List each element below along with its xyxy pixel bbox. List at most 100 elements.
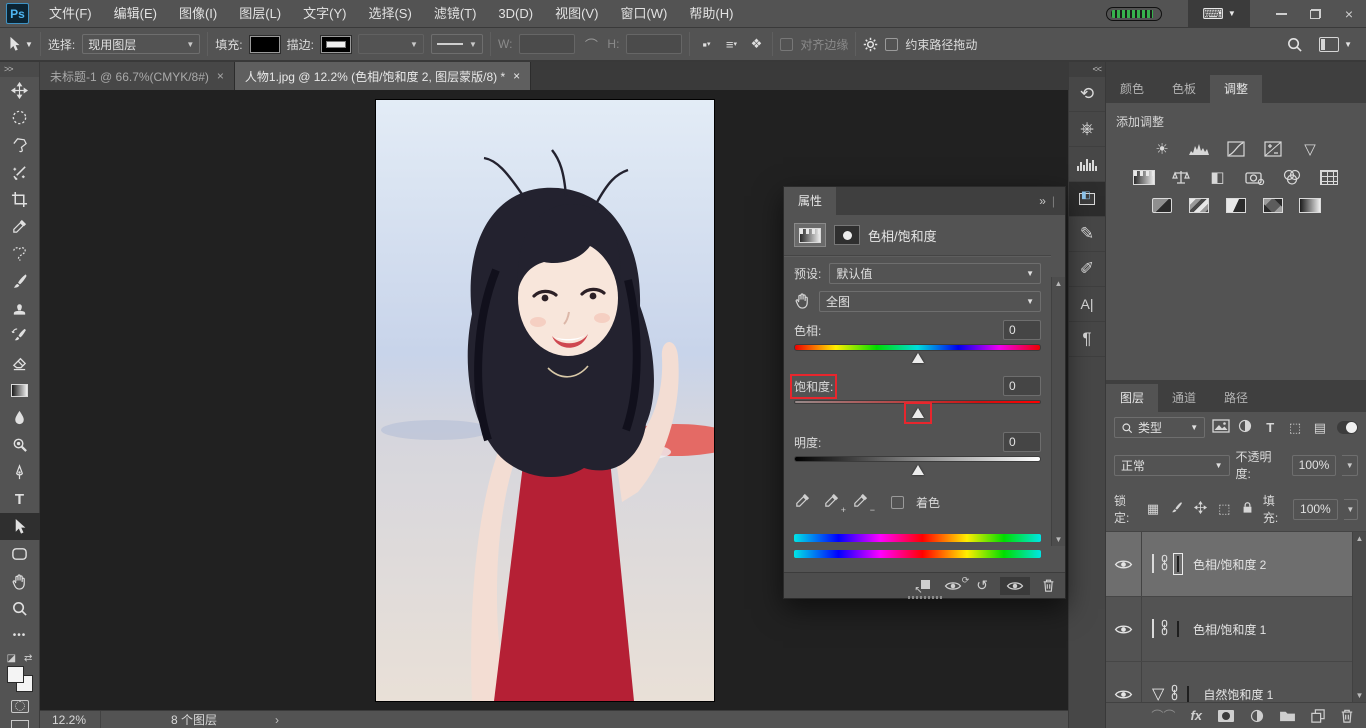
new-adjustment-layer-button[interactable] [1250, 709, 1264, 723]
mask-link-icon[interactable] [1160, 619, 1169, 639]
menu-3d[interactable]: 3D(D) [488, 0, 543, 28]
mask-link-icon[interactable] [1170, 684, 1179, 702]
gear-icon[interactable] [863, 37, 878, 52]
layer-name[interactable]: 色相/饱和度 1 [1193, 621, 1266, 638]
lock-position-icon[interactable] [1192, 501, 1210, 517]
layer-row-hue-saturation-1[interactable]: 色相/饱和度 1 [1106, 597, 1366, 662]
adj-curves-icon[interactable] [1224, 140, 1248, 158]
current-tool-icon[interactable]: ▼ [6, 36, 33, 52]
tab-paths[interactable]: 路径 [1210, 384, 1262, 412]
filter-type-dropdown[interactable]: 类型▼ [1114, 417, 1205, 438]
menu-filter[interactable]: 滤镜(T) [424, 0, 487, 28]
stroke-type-dropdown[interactable]: ▼ [431, 34, 483, 54]
window-restore-button[interactable] [1298, 0, 1332, 28]
eyedropper-sample-icon[interactable] [794, 492, 811, 512]
tab-properties[interactable]: 属性 [784, 187, 836, 215]
swap-colors-icon[interactable]: ⇄ [24, 653, 32, 664]
link-dimensions-icon[interactable]: ⌒ [582, 36, 600, 52]
lock-transparency-icon[interactable]: ▦ [1144, 501, 1162, 517]
filter-type-layers-icon[interactable]: T [1261, 420, 1280, 435]
lasso-tool[interactable] [0, 131, 40, 158]
default-swatches-icon[interactable]: ◪⇄ [7, 653, 33, 664]
hue-slider-thumb[interactable] [912, 353, 924, 363]
panel-resize-grip[interactable] [908, 596, 942, 599]
properties-collapse-icon[interactable]: » [1039, 194, 1052, 208]
height-input[interactable] [626, 34, 682, 54]
saturation-value-input[interactable]: 0 [1003, 376, 1041, 396]
menu-file[interactable]: 文件(F) [39, 0, 102, 28]
select-mode-dropdown[interactable]: 现用图层▼ [82, 34, 200, 54]
eyedropper-tool[interactable] [0, 213, 40, 240]
status-chevron-icon[interactable]: › [235, 713, 279, 727]
pen-tool[interactable] [0, 458, 40, 485]
new-group-button[interactable] [1279, 709, 1296, 722]
lightness-slider-thumb[interactable] [912, 465, 924, 475]
delete-layer-button[interactable] [1340, 708, 1354, 724]
clone-stamp-tool[interactable] [0, 295, 40, 322]
hue-saturation-adjustment-icon[interactable] [1152, 555, 1154, 573]
fill-swatch[interactable] [250, 36, 280, 53]
menu-view[interactable]: 视图(V) [545, 0, 608, 28]
paragraph-panel-icon[interactable]: ¶ [1069, 322, 1106, 357]
filter-shape-layers-icon[interactable]: ⬚ [1286, 420, 1305, 436]
menu-window[interactable]: 窗口(W) [610, 0, 677, 28]
window-minimize-button[interactable] [1264, 0, 1298, 28]
adj-brightness-contrast-icon[interactable]: ☀ [1150, 140, 1174, 158]
panel-group-grip[interactable] [1106, 62, 1366, 75]
layer-row-vibrance-1[interactable]: ▽ 自然饱和度 1 [1106, 662, 1366, 702]
eyedropper-add-icon[interactable]: + [823, 492, 840, 512]
healing-brush-tool[interactable] [0, 240, 40, 267]
quick-mask-button[interactable] [11, 700, 29, 714]
adj-color-balance-icon[interactable] [1169, 168, 1193, 186]
opacity-dropdown-arrow[interactable]: ▼ [1342, 455, 1358, 476]
fill-value[interactable]: 100% [1293, 499, 1338, 520]
adj-gradient-map-icon[interactable] [1298, 196, 1322, 214]
menu-layer[interactable]: 图层(L) [229, 0, 291, 28]
scroll-up-icon[interactable]: ▲ [1055, 279, 1063, 288]
adj-levels-icon[interactable] [1187, 140, 1211, 158]
menu-type[interactable]: 文字(Y) [293, 0, 356, 28]
brushes-panel-icon[interactable]: ✐ [1069, 252, 1106, 287]
zoom-tool[interactable] [0, 595, 40, 622]
stroke-swatch[interactable] [321, 36, 351, 53]
properties-scrollbar[interactable]: ▲▼ [1051, 277, 1065, 546]
menu-select[interactable]: 选择(S) [358, 0, 421, 28]
brush-settings-panel-icon[interactable]: ✎ [1069, 217, 1106, 252]
zoom-level-field[interactable]: 12.2% [40, 713, 100, 727]
layer-mask-thumbnail[interactable] [1175, 555, 1181, 573]
adj-posterize-icon[interactable] [1187, 196, 1211, 214]
character-panel-icon[interactable]: A| [1069, 287, 1106, 322]
clip-to-layer-button[interactable] [916, 580, 930, 592]
open-document-image[interactable] [376, 100, 714, 701]
foreground-color[interactable] [7, 666, 24, 683]
adj-vibrance-icon[interactable]: ▽ [1298, 140, 1322, 158]
workspace-switcher-icon[interactable]: ▼ [1319, 37, 1352, 52]
opacity-value[interactable]: 100% [1292, 455, 1337, 476]
constrain-path-checkbox[interactable] [885, 38, 898, 51]
preset-dropdown[interactable]: 默认值▼ [829, 263, 1041, 284]
eyedropper-subtract-icon[interactable]: − [852, 492, 869, 512]
menu-help[interactable]: 帮助(H) [679, 0, 743, 28]
history-panel-icon[interactable]: ⟲ [1069, 77, 1106, 112]
close-icon[interactable]: × [217, 69, 224, 83]
path-operations-icon[interactable]: ▪▾ [697, 36, 715, 52]
saturation-slider-thumb[interactable] [912, 408, 924, 418]
document-tab-person[interactable]: 人物1.jpg @ 12.2% (色相/饱和度 2, 图层蒙版/8) * × [235, 62, 531, 90]
layer-mask-thumbnail[interactable] [1185, 685, 1191, 702]
close-icon[interactable]: × [513, 69, 520, 83]
brush-tool[interactable] [0, 268, 40, 295]
path-selection-tool[interactable] [0, 513, 40, 540]
view-previous-state-button[interactable] [944, 580, 962, 592]
path-arrangement-icon[interactable]: ❖ [747, 36, 765, 52]
foreground-background-swatches[interactable] [7, 666, 33, 691]
hue-saturation-adjustment-icon[interactable] [1152, 620, 1154, 638]
hue-value-input[interactable]: 0 [1003, 320, 1041, 340]
layer-name[interactable]: 自然饱和度 1 [1203, 686, 1273, 703]
channel-dropdown[interactable]: 全图▼ [819, 291, 1041, 312]
filter-smart-objects-icon[interactable]: ▤ [1310, 420, 1329, 436]
layers-scrollbar[interactable]: ▲▼ [1352, 532, 1366, 702]
layer-style-fx-button[interactable]: fx [1190, 708, 1202, 723]
adj-hue-saturation-icon[interactable] [1132, 168, 1156, 186]
navigator-panel-icon[interactable]: ⎈ [1069, 112, 1106, 147]
edit-toolbar-button[interactable]: ••• [0, 622, 40, 649]
